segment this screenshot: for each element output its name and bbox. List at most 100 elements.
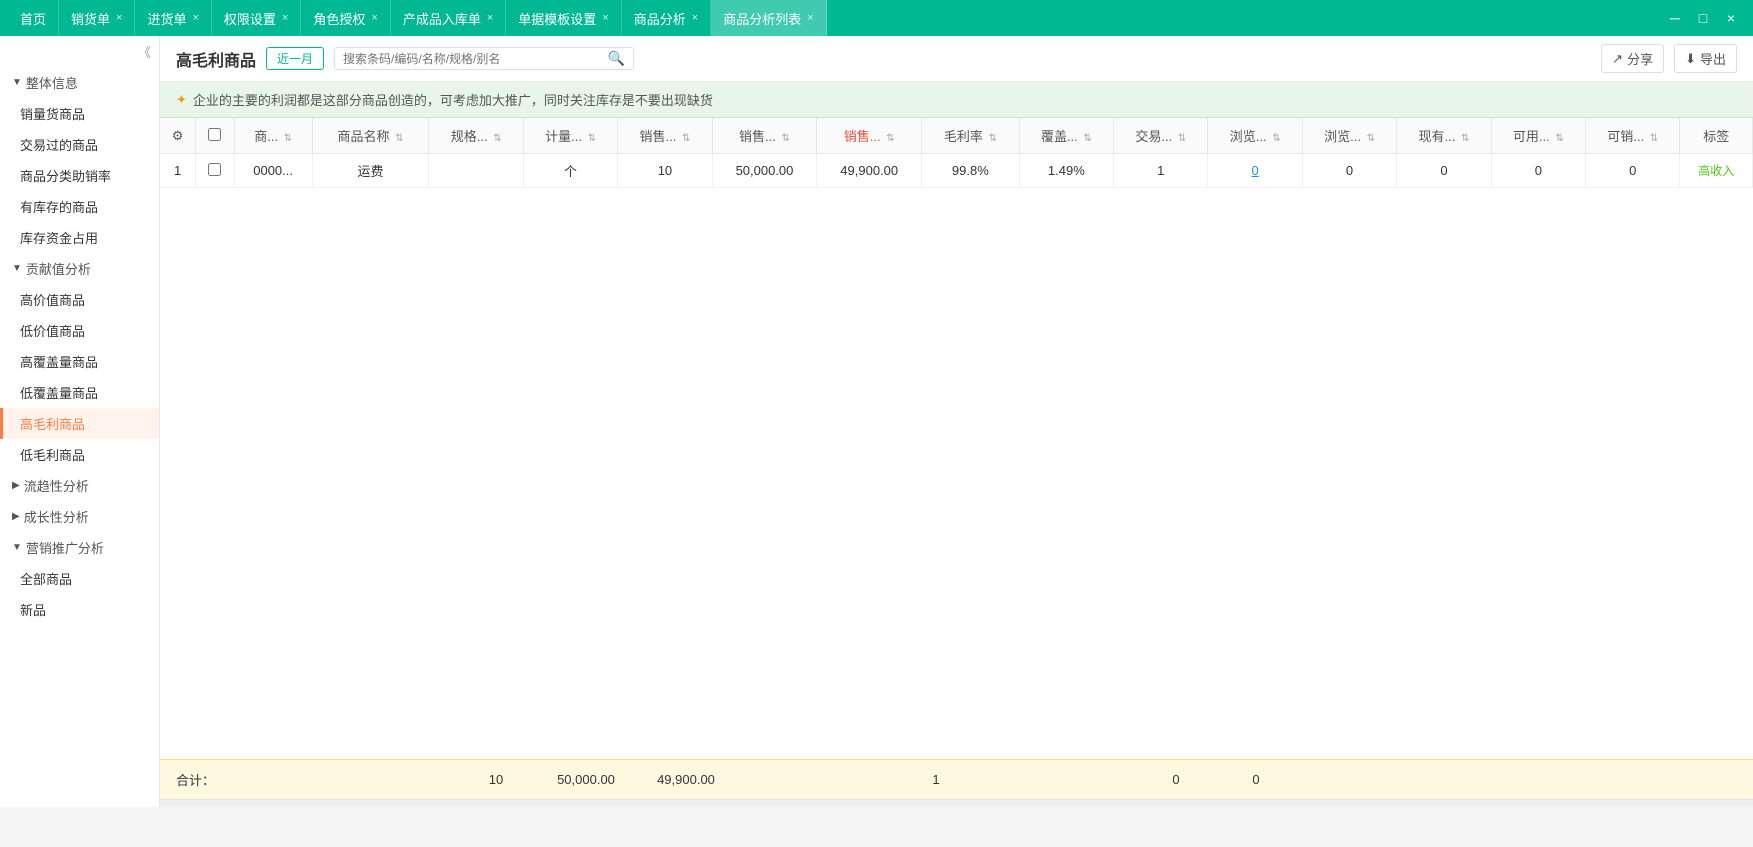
nav-close-permissions[interactable]: × xyxy=(282,12,288,24)
nav-item-roles[interactable]: 角色授权 × xyxy=(301,0,390,36)
col-coverage[interactable]: 覆盖... ⇅ xyxy=(1019,118,1113,154)
footer-current-stock: 0 xyxy=(1136,772,1216,787)
sidebar-group-overview[interactable]: ▼ 整体信息 xyxy=(0,67,159,98)
sidebar-item-new-goods[interactable]: 新品 xyxy=(0,594,159,625)
col-sales-qty[interactable]: 销售... ⇅ xyxy=(618,118,712,154)
arrow-icon: ▼ xyxy=(12,77,22,88)
cell-unit: 个 xyxy=(523,154,617,188)
footer-available: 0 xyxy=(1216,772,1296,787)
nav-close-inbound[interactable]: × xyxy=(487,12,493,24)
col-transactions[interactable]: 交易... ⇅ xyxy=(1114,118,1208,154)
page-title: 高毛利商品 xyxy=(176,47,256,71)
sort-icon: ⇅ xyxy=(1367,133,1375,144)
cell-sales-qty: 10 xyxy=(618,154,712,188)
horizontal-scrollbar[interactable] xyxy=(160,799,1753,807)
cell-coverage: 1.49% xyxy=(1019,154,1113,188)
sidebar-item-in-stock[interactable]: 有库存的商品 xyxy=(0,191,159,222)
sidebar-item-traded-goods[interactable]: 交易过的商品 xyxy=(0,129,159,160)
nav-item-analysis-list[interactable]: 商品分析列表 × xyxy=(711,0,826,36)
window-close-btn[interactable]: × xyxy=(1717,4,1745,32)
sidebar-item-all-goods[interactable]: 全部商品 xyxy=(0,563,159,594)
col-views2[interactable]: 浏览... ⇅ xyxy=(1302,118,1396,154)
table-row: 1 0000... 运费 个 10 50,000.00 49,900.00 99… xyxy=(160,154,1753,188)
sidebar-item-category-assist-rate[interactable]: 商品分类助销率 xyxy=(0,160,159,191)
cell-checkbox[interactable] xyxy=(196,154,234,188)
col-sales-amount[interactable]: 销售... ⇅ xyxy=(712,118,817,154)
col-code[interactable]: 商... ⇅ xyxy=(234,118,312,154)
col-name[interactable]: 商品名称 ⇅ xyxy=(312,118,429,154)
nav-close-analysis[interactable]: × xyxy=(692,12,698,24)
nav-close-roles[interactable]: × xyxy=(371,12,377,24)
cell-tag: 高收入 xyxy=(1680,154,1753,188)
sidebar-group-growth[interactable]: ▶ 成长性分析 xyxy=(0,501,159,532)
col-gross-margin[interactable]: 毛利率 ⇅ xyxy=(922,118,1020,154)
nav-close-purchase[interactable]: × xyxy=(192,12,198,24)
sort-icon: ⇅ xyxy=(1272,133,1280,144)
sort-icon: ⇅ xyxy=(284,133,292,144)
nav-item-analysis[interactable]: 商品分析 × xyxy=(622,0,711,36)
content-area: 高毛利商品 近一月 🔍 ↗ 分享 ⬇ 导出 ✦ 企业的主要的利润都是这部分商品创… xyxy=(160,36,1753,807)
col-spec[interactable]: 规格... ⇅ xyxy=(429,118,523,154)
col-sellable[interactable]: 可销... ⇅ xyxy=(1586,118,1680,154)
search-icon[interactable]: 🔍 xyxy=(608,50,625,67)
col-views1[interactable]: 浏览... ⇅ xyxy=(1208,118,1302,154)
sidebar-item-capital-occupied[interactable]: 库存资金占用 xyxy=(0,222,159,253)
nav-item-purchase[interactable]: 进货单 × xyxy=(135,0,211,36)
info-icon: ✦ xyxy=(176,92,187,108)
nav-close-analysis-list[interactable]: × xyxy=(807,12,813,24)
col-settings[interactable]: ⚙ xyxy=(160,118,196,154)
sidebar: 《 ▼ 整体信息 销量货商品 交易过的商品 商品分类助销率 有库存的商品 库存资… xyxy=(0,36,160,807)
footer-sales-amount: 50,000.00 xyxy=(536,772,636,787)
sidebar-item-high-value[interactable]: 高价值商品 xyxy=(0,284,159,315)
cell-name: 运费 xyxy=(312,154,429,188)
sidebar-item-high-margin[interactable]: 高毛利商品 xyxy=(0,408,159,439)
info-banner: ✦ 企业的主要的利润都是这部分商品创造的，可考虑加大推广，同时关注库存是不要出现… xyxy=(160,82,1753,118)
sort-icon: ⇅ xyxy=(395,133,403,144)
sort-icon: ⇅ xyxy=(588,133,596,144)
filter-recent-btn[interactable]: 近一月 xyxy=(266,47,324,70)
sort-icon: ⇅ xyxy=(1083,133,1091,144)
col-sales-cost[interactable]: 销售... ⇅ xyxy=(817,118,922,154)
nav-item-home[interactable]: 首页 xyxy=(8,0,59,36)
nav-close-sales[interactable]: × xyxy=(116,12,122,24)
window-minimize-btn[interactable]: ─ xyxy=(1661,4,1689,32)
nav-item-template[interactable]: 单据模板设置 × xyxy=(506,0,621,36)
sidebar-group-marketing[interactable]: ▼ 营销推广分析 xyxy=(0,532,159,563)
window-maximize-btn[interactable]: □ xyxy=(1689,4,1717,32)
cell-sales-cost: 49,900.00 xyxy=(817,154,922,188)
col-current-stock[interactable]: 现有... ⇅ xyxy=(1397,118,1491,154)
arrow-icon: ▼ xyxy=(12,542,22,553)
sidebar-item-low-coverage[interactable]: 低覆盖量商品 xyxy=(0,377,159,408)
arrow-icon: ▶ xyxy=(12,480,20,491)
col-available[interactable]: 可用... ⇅ xyxy=(1491,118,1585,154)
sidebar-group-contribution[interactable]: ▼ 贡献值分析 xyxy=(0,253,159,284)
sort-icon: ⇅ xyxy=(782,133,790,144)
nav-item-inbound[interactable]: 产成品入库单 × xyxy=(391,0,506,36)
nav-close-template[interactable]: × xyxy=(602,12,608,24)
sort-icon: ⇅ xyxy=(493,133,501,144)
sidebar-item-high-coverage[interactable]: 高覆盖量商品 xyxy=(0,346,159,377)
cell-current-stock: 0 xyxy=(1397,154,1491,188)
nav-item-permissions[interactable]: 权限设置 × xyxy=(212,0,301,36)
col-checkbox[interactable] xyxy=(196,118,234,154)
table-wrapper: ⚙ 商... ⇅ 商品名称 ⇅ xyxy=(160,118,1753,759)
col-unit[interactable]: 计量... ⇅ xyxy=(523,118,617,154)
arrow-icon: ▶ xyxy=(12,511,20,522)
footer-label: 合计： xyxy=(176,770,256,789)
cell-available: 0 xyxy=(1491,154,1585,188)
nav-item-sales[interactable]: 销货单 × xyxy=(59,0,135,36)
export-icon: ⬇ xyxy=(1685,51,1696,67)
search-input[interactable] xyxy=(343,52,608,66)
sidebar-item-low-value[interactable]: 低价值商品 xyxy=(0,315,159,346)
sidebar-item-low-margin[interactable]: 低毛利商品 xyxy=(0,439,159,470)
share-btn[interactable]: ↗ 分享 xyxy=(1601,44,1664,73)
export-btn[interactable]: ⬇ 导出 xyxy=(1674,44,1737,73)
sidebar-item-hot-goods[interactable]: 销量货商品 xyxy=(0,98,159,129)
sidebar-group-trend[interactable]: ▶ 流趋性分析 xyxy=(0,470,159,501)
sidebar-collapse-btn[interactable]: 《 xyxy=(0,36,159,67)
sort-icon: ⇅ xyxy=(1650,133,1658,144)
col-tag[interactable]: 标签 xyxy=(1680,118,1753,154)
cell-views1[interactable]: 0 xyxy=(1208,154,1302,188)
select-all-checkbox[interactable] xyxy=(208,128,221,141)
data-table: ⚙ 商... ⇅ 商品名称 ⇅ xyxy=(160,118,1753,188)
